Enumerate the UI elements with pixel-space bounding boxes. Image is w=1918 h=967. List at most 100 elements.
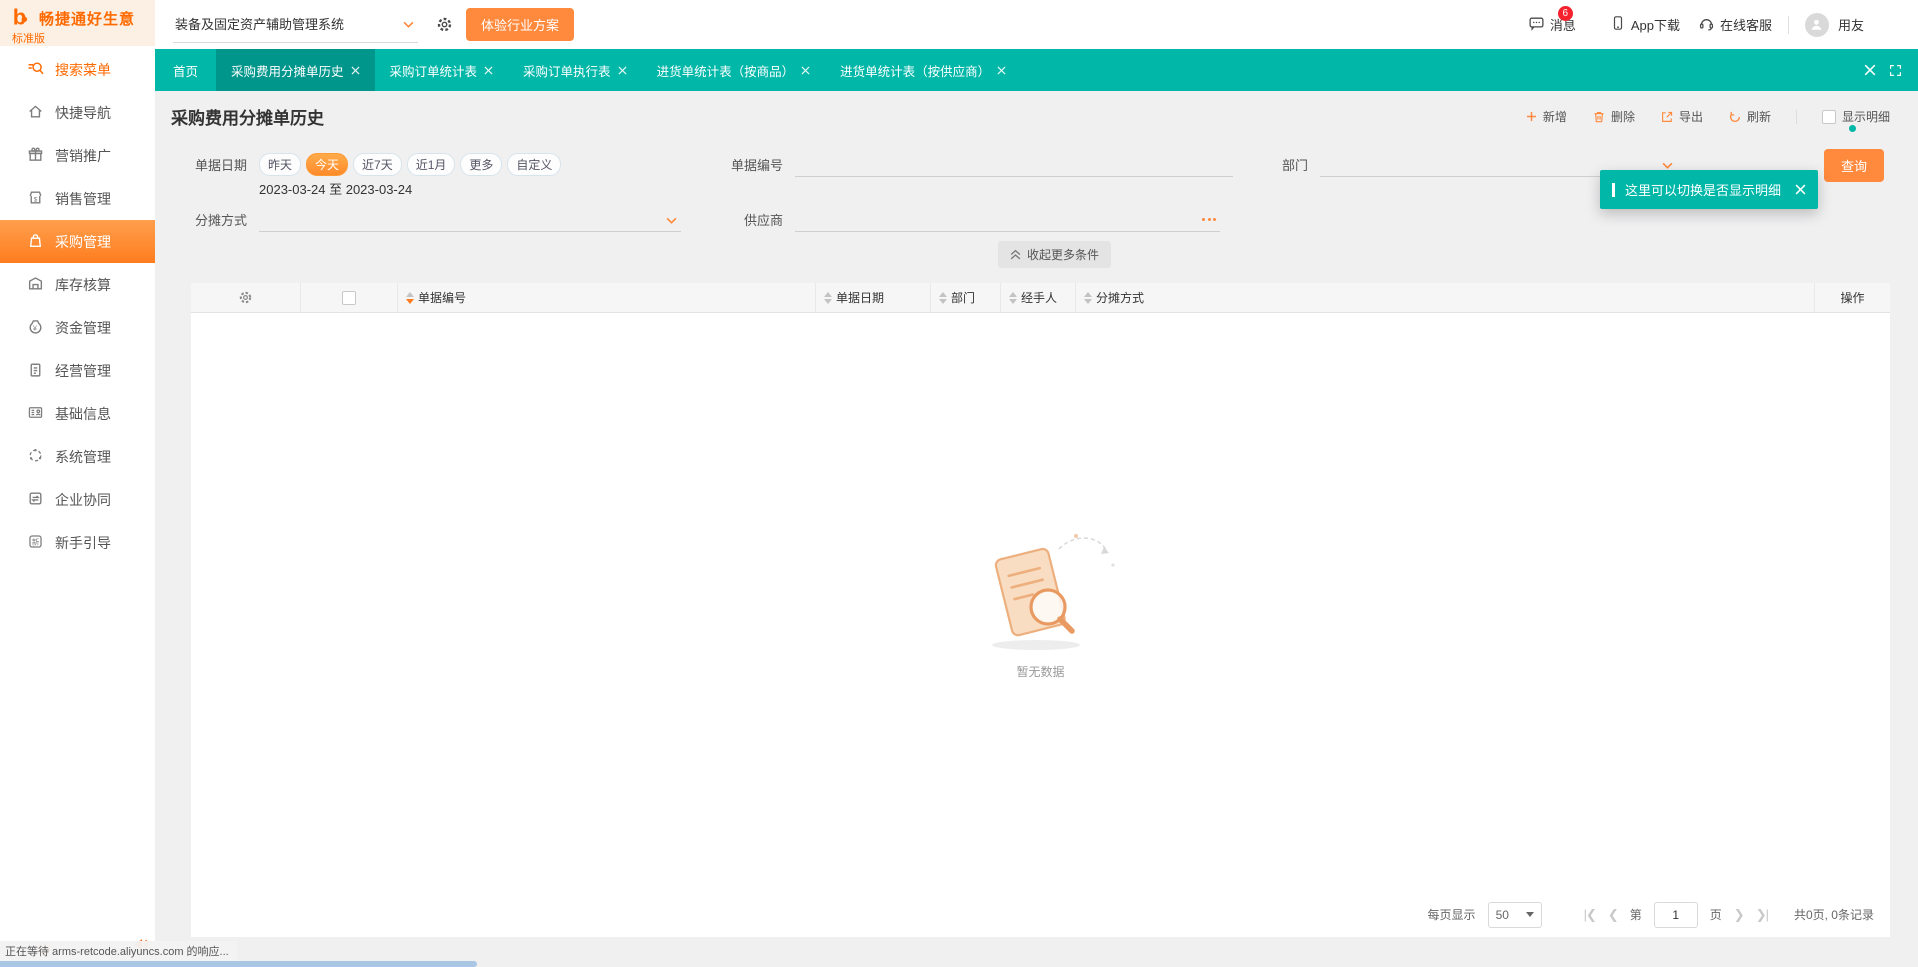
select-all-cell	[301, 283, 398, 312]
brand-logo-icon: b	[10, 4, 34, 32]
system-select[interactable]: 装备及固定资产辅助管理系统	[173, 6, 418, 43]
page-content: 采购费用分摊单历史 新增 删除 导出 刷新 显示明细 单据日期 昨天 今天 近7…	[155, 91, 1918, 967]
divider	[1795, 109, 1797, 124]
svg-text:¥: ¥	[33, 325, 37, 332]
method-label: 分摊方式	[194, 213, 247, 228]
avatar[interactable]	[1804, 12, 1829, 37]
tab-close-icon[interactable]	[618, 65, 627, 75]
chevron-down-icon	[666, 212, 677, 227]
svg-text:新: 新	[32, 536, 40, 546]
column-agent[interactable]: 经手人	[1001, 283, 1076, 312]
tooltip-anchor-dot	[1849, 125, 1856, 132]
app-download-button[interactable]: App下载	[1610, 15, 1680, 34]
gear-icon[interactable]	[436, 16, 453, 33]
sort-icon[interactable]	[939, 291, 947, 304]
pill-last7days[interactable]: 近7天	[353, 153, 402, 176]
sidebar-item-operations[interactable]: 经营管理	[0, 349, 155, 392]
clipboard-icon	[27, 361, 44, 381]
tab-close-icon[interactable]	[997, 65, 1006, 75]
supplier-input[interactable]	[795, 208, 1220, 232]
sidebar-item-base-info[interactable]: 基础信息	[0, 392, 155, 435]
method-select[interactable]	[259, 208, 681, 232]
show-detail-toggle[interactable]: 显示明细	[1821, 108, 1890, 125]
detail-toggle-tooltip: 这里可以切换是否显示明细	[1599, 170, 1818, 209]
doc-no-input[interactable]	[795, 153, 1233, 177]
messages-badge: 6	[1557, 5, 1573, 21]
per-page-select[interactable]: 50	[1487, 901, 1542, 928]
more-options-icon[interactable]	[1202, 218, 1216, 221]
sidebar-item-funds[interactable]: ¥ 资金管理	[0, 306, 155, 349]
date-range-value[interactable]: 2023-03-24 至 2023-03-24	[259, 179, 727, 198]
tab-home[interactable]: 首页	[155, 49, 216, 91]
column-doc-date[interactable]: 单据日期	[816, 283, 931, 312]
sort-icon[interactable]	[1009, 291, 1017, 304]
refresh-icon	[1729, 111, 1740, 122]
home-icon	[27, 103, 44, 123]
messages-button[interactable]: 消息 6	[1528, 5, 1576, 35]
trial-solution-button[interactable]: 体验行业方案	[466, 8, 575, 41]
refresh-button[interactable]: 刷新	[1728, 108, 1771, 125]
sidebar-item-system[interactable]: 系统管理	[0, 435, 155, 478]
next-page-icon[interactable]: ❯	[1734, 907, 1745, 923]
tab-purchase-order-stats[interactable]: 采购订单统计表	[375, 49, 509, 91]
column-method[interactable]: 分摊方式	[1076, 283, 1815, 312]
pill-yesterday[interactable]: 昨天	[259, 153, 302, 176]
double-chevron-up-icon	[1010, 249, 1021, 260]
tab-close-icon[interactable]	[801, 65, 810, 75]
sidebar-item-quick-nav[interactable]: 快捷导航	[0, 91, 155, 134]
pill-last1month[interactable]: 近1月	[406, 153, 456, 176]
brand-name: 畅捷通好生意	[39, 11, 136, 28]
dept-label: 部门	[1282, 158, 1309, 173]
add-button[interactable]: 新增	[1525, 108, 1567, 125]
select-all-checkbox[interactable]	[342, 290, 356, 305]
export-button[interactable]: 导出	[1660, 108, 1703, 125]
collapse-filters-button[interactable]: 收起更多条件	[997, 241, 1111, 268]
date-quick-pills: 昨天 今天 近7天 近1月 更多 自定义	[259, 153, 562, 176]
column-dept[interactable]: 部门	[931, 283, 1001, 312]
sidebar-item-purchase[interactable]: 采购管理	[0, 220, 155, 263]
sidebar-item-search-menu[interactable]: 搜索菜单	[0, 48, 155, 91]
search-button[interactable]: 查询	[1823, 149, 1884, 182]
show-detail-checkbox[interactable]	[1821, 109, 1836, 124]
svg-text:$: $	[34, 196, 38, 203]
sort-icon[interactable]	[1084, 291, 1092, 304]
column-settings-button[interactable]	[191, 283, 301, 312]
tab-purchase-order-exec[interactable]: 采购订单执行表	[508, 49, 642, 91]
tooltip-bar-icon	[1611, 182, 1615, 197]
sidebar-item-marketing[interactable]: 营销推广	[0, 134, 155, 177]
trash-icon	[1594, 111, 1604, 122]
tab-close-icon[interactable]	[484, 65, 493, 75]
sidebar-item-collaboration[interactable]: 企业协同	[0, 478, 155, 521]
online-service-button[interactable]: 在线客服	[1698, 15, 1772, 35]
pill-more[interactable]: 更多	[460, 153, 503, 176]
last-page-icon[interactable]: ❯|	[1756, 907, 1769, 923]
prev-page-icon[interactable]: ❮	[1608, 907, 1619, 923]
tab-inbound-stats-product[interactable]: 进货单统计表（按商品）	[642, 49, 826, 91]
sort-icon[interactable]	[406, 291, 414, 304]
sidebar-item-inventory[interactable]: 库存核算	[0, 263, 155, 306]
tooltip-close-icon[interactable]	[1795, 184, 1806, 195]
sort-icon[interactable]	[824, 291, 832, 304]
sidebar-item-beginner-guide[interactable]: 新 新手引导	[0, 521, 155, 564]
per-page-label: 每页显示	[1427, 908, 1476, 922]
pill-custom[interactable]: 自定义	[507, 153, 562, 176]
page-suffix: 页	[1709, 908, 1722, 922]
horizontal-scrollbar[interactable]	[0, 961, 477, 967]
doc-no-label: 单据编号	[730, 158, 783, 173]
user-name[interactable]: 用友	[1838, 15, 1864, 34]
table-header: 单据编号 单据日期 部门 经手人 分摊方式 操作	[191, 283, 1890, 313]
delete-button[interactable]: 删除	[1592, 108, 1635, 125]
close-all-tabs-icon[interactable]	[1864, 64, 1876, 76]
app-window: b 畅捷通好生意 标准版 搜索菜单 快捷导航 营销推广 $ 销售管理 采购管理 …	[0, 0, 1918, 967]
first-page-icon[interactable]: |❮	[1584, 907, 1597, 923]
tab-inbound-stats-supplier[interactable]: 进货单统计表（按供应商）	[825, 49, 1021, 91]
tab-expense-history[interactable]: 采购费用分摊单历史	[216, 49, 375, 91]
page-number-input[interactable]: 1	[1653, 901, 1698, 928]
fullscreen-icon[interactable]	[1889, 64, 1902, 77]
search-icon	[27, 60, 44, 80]
tab-close-icon[interactable]	[351, 65, 360, 75]
sidebar-item-sales[interactable]: $ 销售管理	[0, 177, 155, 220]
column-doc-no[interactable]: 单据编号	[398, 283, 816, 312]
pill-today[interactable]: 今天	[306, 153, 349, 176]
main-area: 装备及固定资产辅助管理系统 体验行业方案 消息 6 App下载 在线客服 用友 …	[155, 0, 1918, 967]
